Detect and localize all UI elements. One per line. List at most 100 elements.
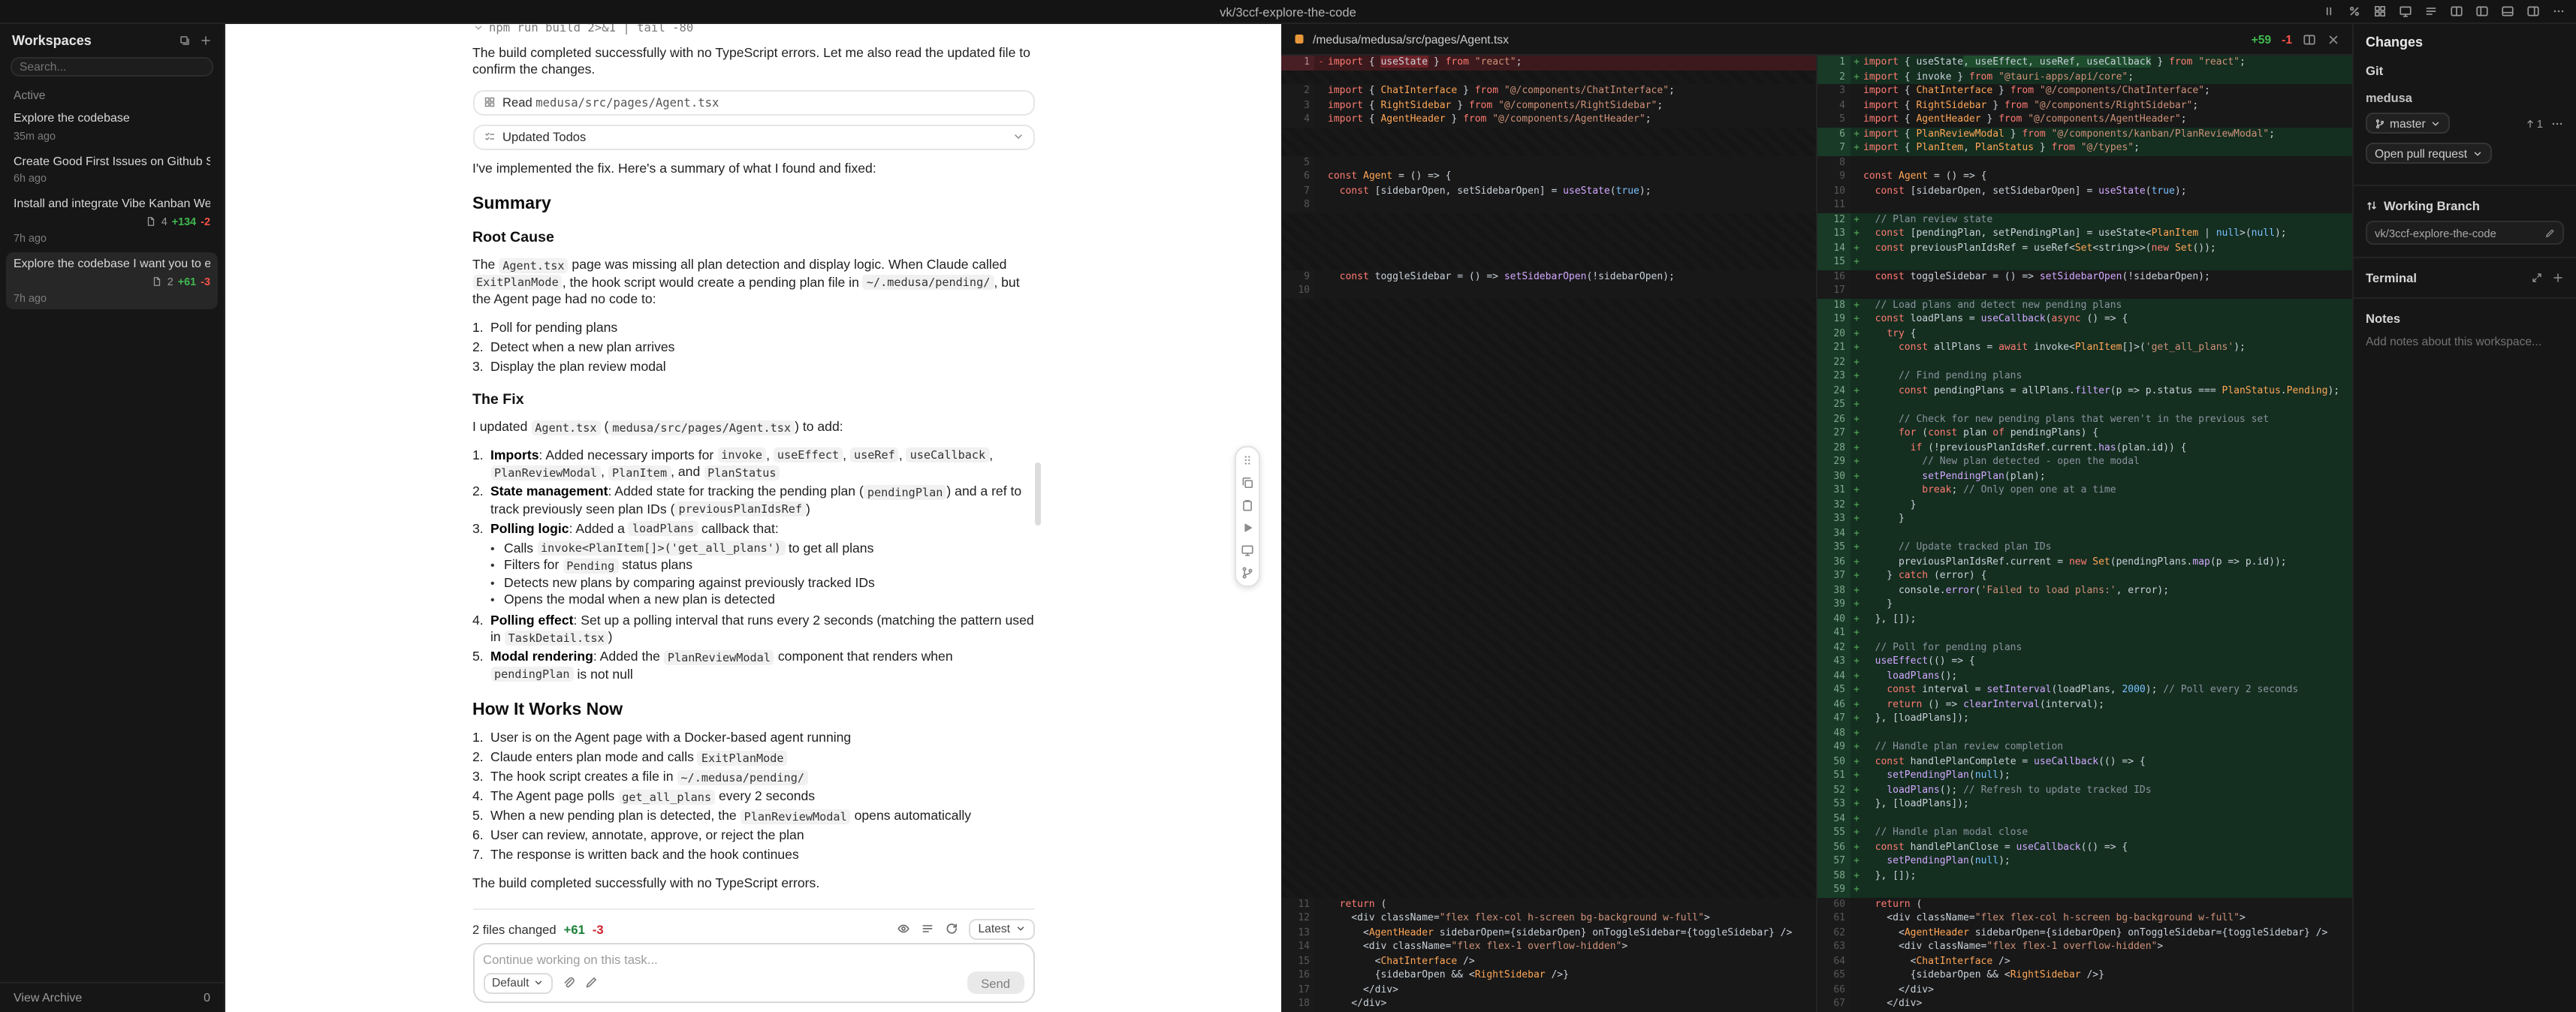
model-dropdown[interactable]: Default [483, 972, 553, 993]
pause-icon[interactable] [2322, 5, 2336, 18]
message-input-box[interactable]: Default Send [472, 943, 1034, 1003]
diff-marker [1314, 783, 1328, 797]
code-line: } [1863, 598, 2352, 612]
notes-placeholder[interactable]: Add notes about this workspace... [2366, 335, 2564, 348]
line-number: 17 [1281, 983, 1314, 997]
split-icon[interactable] [2450, 5, 2463, 18]
diff-row: 38+ console.error('Failed to load plans:… [1817, 583, 2352, 598]
code-line: import { invoke } from "@tauri-apps/api/… [1863, 70, 2352, 84]
line-number: 7 [1817, 141, 1850, 155]
line-number: 38 [1817, 583, 1850, 598]
copy-icon[interactable] [1241, 476, 1254, 489]
panel-left-icon[interactable] [2475, 5, 2489, 18]
diff-row: 5 [1281, 155, 1815, 170]
edit-icon[interactable] [584, 976, 598, 989]
panel-bottom-icon[interactable] [2501, 5, 2514, 18]
workspace-item-title: Explore the codebase I want you to ex... [14, 257, 210, 270]
code-line: const allPlans = await invoke<PlanItem[]… [1863, 341, 2352, 355]
app-root: vk/3ccf-explore-the-code Workspaces [0, 0, 2576, 1012]
diff-row [1281, 255, 1815, 270]
apps-icon[interactable] [2373, 5, 2387, 18]
diff-file-tab[interactable]: /medusa/medusa/src/pages/Agent.tsx +59 -… [1281, 24, 2352, 56]
git-section-label: Git [2366, 63, 2564, 78]
version-dropdown[interactable]: Latest [970, 918, 1035, 939]
more-icon[interactable] [2552, 5, 2565, 18]
view-archive-link[interactable]: View Archive [14, 991, 82, 1004]
workspace-item[interactable]: Explore the codebase35m ago [6, 107, 218, 146]
line-number: 10 [1281, 284, 1314, 298]
new-terminal-icon[interactable] [2552, 272, 2564, 284]
new-workspace-icon[interactable] [200, 35, 212, 47]
drag-handle-icon[interactable] [1241, 453, 1254, 467]
workspace-item[interactable]: Create Good First Issues on Github So...… [6, 149, 218, 189]
diff-row: 58+ }, []); [1817, 869, 2352, 883]
open-pr-button[interactable]: Open pull request [2366, 143, 2491, 164]
diff-marker [1850, 940, 1863, 954]
refresh-icon[interactable] [946, 922, 959, 935]
line-number [1281, 483, 1314, 498]
run-icon[interactable] [1241, 521, 1254, 535]
line-number: 11 [1817, 198, 1850, 212]
diff-row: 3import { ChatInterface } from "@/compon… [1817, 84, 2352, 98]
attach-icon[interactable] [562, 976, 575, 989]
close-diff-icon[interactable] [2327, 32, 2340, 46]
workspace-item[interactable]: Explore the codebase I want you to ex...… [6, 252, 218, 309]
diff-row [1281, 783, 1815, 797]
tool-call-row[interactable]: Updated Todos [472, 124, 1034, 149]
files-changed-label[interactable]: 2 files changed [472, 921, 557, 936]
watch-icon[interactable] [897, 922, 911, 935]
workspace-search[interactable] [11, 57, 213, 77]
search-input[interactable] [20, 60, 204, 74]
preview-icon[interactable] [1241, 544, 1254, 557]
expand-terminal-icon[interactable] [2531, 272, 2543, 284]
line-number: 44 [1817, 669, 1850, 683]
stack-icon[interactable] [179, 35, 191, 47]
message-input[interactable] [483, 952, 1024, 967]
diff-marker [1850, 968, 1863, 983]
code-line: // Find pending plans [1863, 369, 2352, 384]
git-branch-icon[interactable] [1241, 566, 1254, 580]
display-icon[interactable] [2399, 5, 2412, 18]
line-number [1281, 355, 1314, 369]
send-button[interactable]: Send [967, 971, 1024, 994]
diff-row [1281, 355, 1815, 369]
list-item: 5.When a new pending plan is detected, t… [472, 808, 1034, 825]
code-line [1328, 441, 1815, 455]
diff-marker: + [1850, 869, 1863, 883]
diff-row [1281, 483, 1815, 498]
chat-scroll-area[interactable]: npm run build 2>&1 | tail -80The build c… [225, 24, 1281, 908]
panel-right-icon[interactable] [2526, 5, 2540, 18]
branch-selector[interactable]: master [2366, 113, 2450, 134]
chat-scrollbar[interactable] [1035, 462, 1041, 526]
terminal-command-row[interactable]: npm run build 2>&1 | tail -80 [472, 24, 1034, 34]
working-branch-input[interactable] [2375, 226, 2538, 239]
tool-call-row[interactable]: Read medusa/src/pages/Agent.tsx [472, 89, 1034, 115]
list-icon[interactable] [2424, 5, 2438, 18]
split-view-icon[interactable] [2303, 32, 2316, 46]
bullet-text: Opens the modal when a new plan is detec… [504, 592, 1034, 609]
notes-section[interactable]: Notes [2366, 311, 2564, 326]
diff-marker [1314, 826, 1328, 840]
diff-marker [1314, 412, 1328, 426]
rename-branch-icon[interactable] [2544, 227, 2555, 238]
diff-row: 63 <div className="flex flex-1 overflow-… [1817, 940, 2352, 954]
diff-panel: /medusa/medusa/src/pages/Agent.tsx +59 -… [1281, 24, 2352, 1012]
workspaces-sidebar: Workspaces Active Explore the codebase35… [0, 24, 225, 1012]
workspace-item[interactable]: Install and integrate Vibe Kanban Web...… [6, 192, 218, 249]
line-number: 17 [1817, 284, 1850, 298]
diff-list-icon[interactable] [922, 922, 935, 935]
code-line: // Handle plan modal close [1863, 826, 2352, 840]
percent-icon[interactable] [2348, 5, 2361, 18]
diff-marker [1314, 712, 1328, 726]
code-line: // Handle plan review completion [1863, 740, 2352, 754]
diff-marker [1850, 911, 1863, 926]
terminal-section[interactable]: Terminal [2366, 270, 2564, 285]
more-actions-icon[interactable] [2550, 116, 2564, 130]
clipboard-icon[interactable] [1241, 498, 1254, 512]
composer-additions-count: +61 [564, 921, 585, 936]
working-branch-field[interactable] [2366, 221, 2564, 245]
code-line [1328, 783, 1815, 797]
line-number: 6 [1817, 127, 1850, 141]
chevron-down-icon[interactable] [1012, 131, 1024, 143]
line-number [1281, 883, 1314, 897]
